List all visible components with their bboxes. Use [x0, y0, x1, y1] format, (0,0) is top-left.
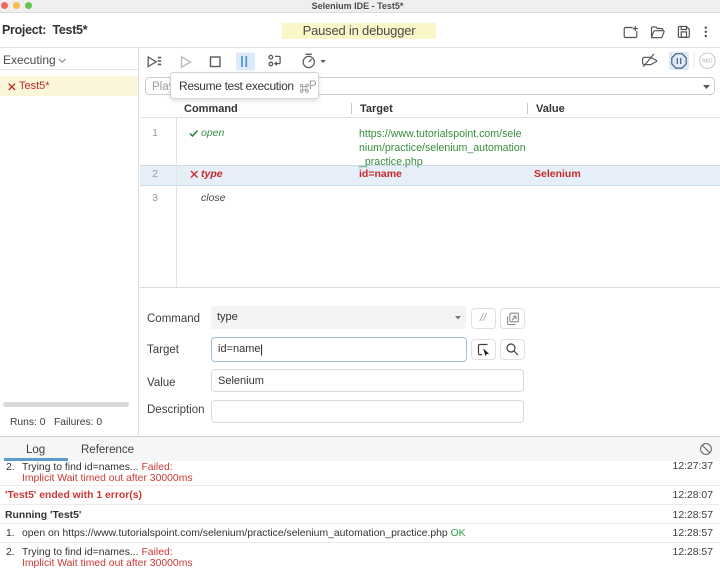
svg-text:REC: REC — [702, 59, 713, 65]
